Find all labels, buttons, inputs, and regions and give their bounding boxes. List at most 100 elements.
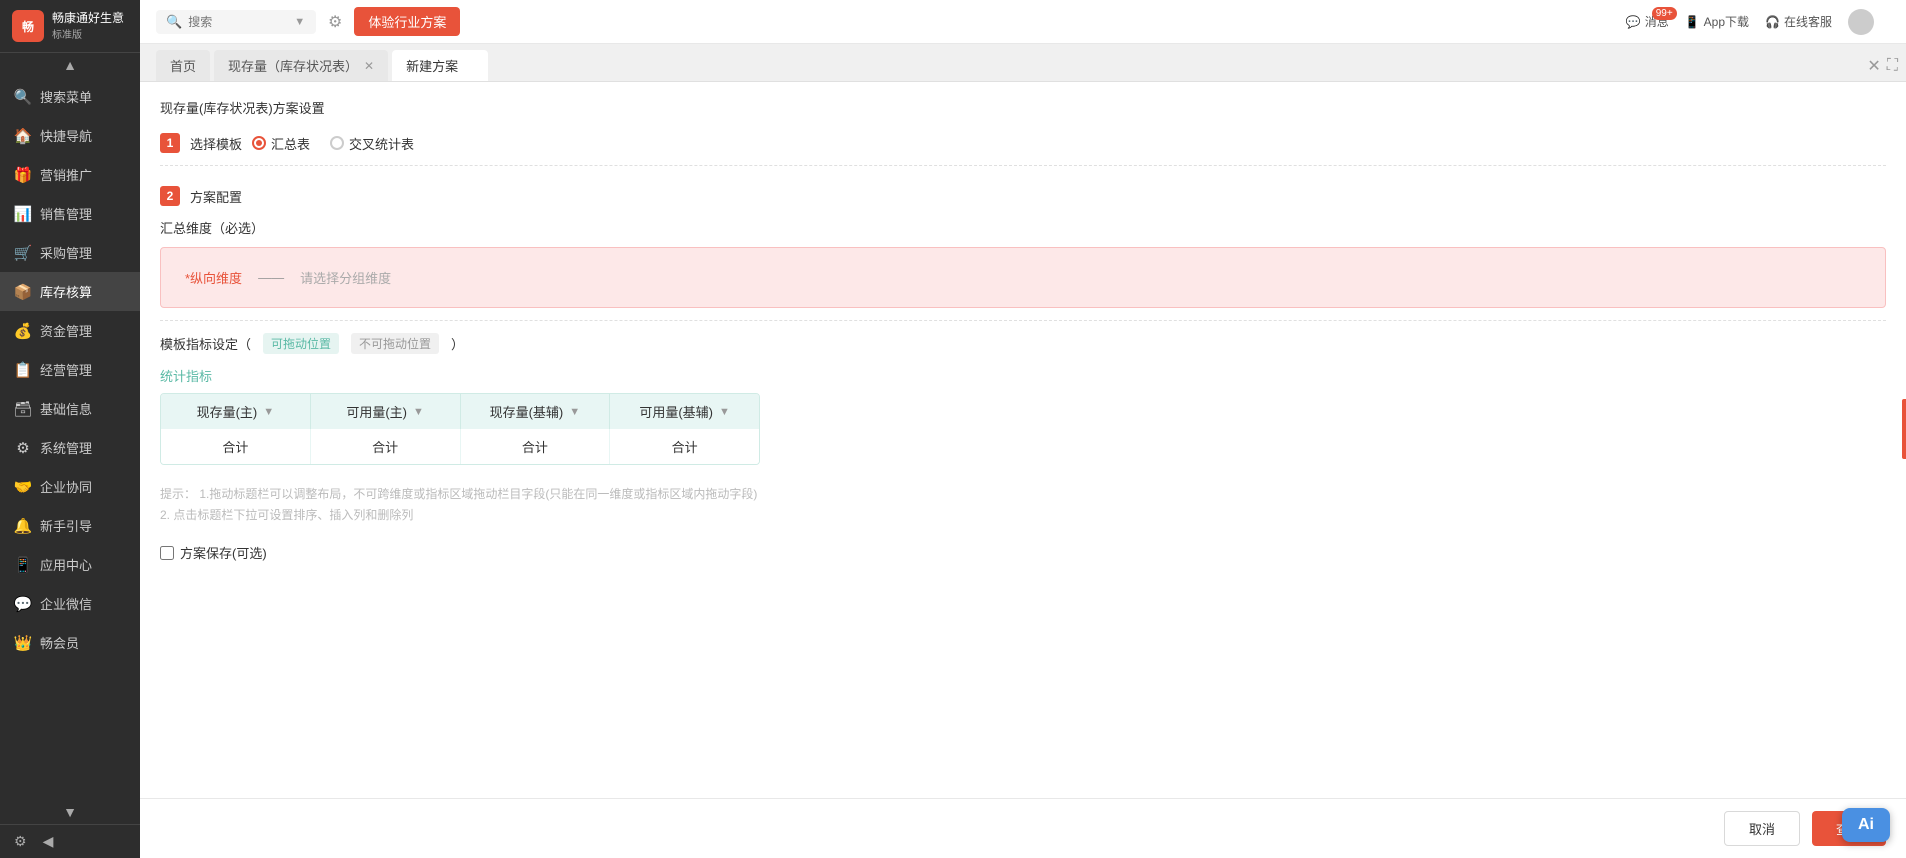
database-icon: 🗃 — [14, 400, 32, 418]
logo-icon: 畅 — [12, 10, 44, 42]
sidebar-item-system[interactable]: ⚙ 系统管理 — [0, 428, 140, 467]
step1-title: 选择模板 — [190, 134, 242, 153]
radio-summary[interactable]: 汇总表 — [252, 134, 310, 153]
sidebar-scroll-up[interactable]: ▲ — [0, 53, 140, 77]
box-icon: 📦 — [14, 283, 32, 301]
dim-label: 汇总维度（必选） — [160, 218, 1886, 237]
indicator-suffix: ） — [451, 334, 464, 353]
stats-cell-3: 合计 — [461, 429, 611, 464]
sidebar-item-label: 企业微信 — [40, 594, 92, 613]
sidebar-item-app-center[interactable]: 📱 应用中心 — [0, 545, 140, 584]
topbar-search-box[interactable]: 🔍 ▼ — [156, 10, 316, 34]
sidebar-item-wechat[interactable]: 💬 企业微信 — [0, 584, 140, 623]
tab-expand-icon[interactable]: ⛶ — [1887, 57, 1898, 75]
tab-close-new-plan[interactable]: ✕ — [464, 59, 474, 73]
app-download-button[interactable]: 📱 App下载 — [1685, 13, 1749, 30]
home-icon: 🏠 — [14, 127, 32, 145]
message-badge: 99+ — [1652, 7, 1677, 20]
tab-inventory-status[interactable]: 现存量（库存状况表） ✕ — [214, 50, 388, 81]
indicator-chip-fixed: 不可拖动位置 — [351, 333, 439, 354]
sidebar-item-search-menu[interactable]: 🔍 搜索菜单 — [0, 77, 140, 116]
user-avatar[interactable] — [1848, 9, 1874, 35]
ai-button[interactable]: Ai — [1842, 808, 1890, 842]
settings-footer-btn[interactable]: ⚙ — [14, 833, 27, 850]
footer-bar: 取消 查询 — [140, 798, 1906, 858]
sidebar-item-operations[interactable]: 📋 经营管理 — [0, 350, 140, 389]
radio-summary-circle — [252, 136, 266, 150]
sidebar-item-quick-nav[interactable]: 🏠 快捷导航 — [0, 116, 140, 155]
tabs-bar: 首页 现存量（库存状况表） ✕ 新建方案 ✕ ✕ ⛶ — [140, 44, 1906, 82]
stats-col-2[interactable]: 可用量(主) ▼ — [311, 394, 461, 429]
tab-home[interactable]: 首页 — [156, 50, 210, 81]
radio-cross-circle — [330, 136, 344, 150]
search-input[interactable] — [188, 15, 288, 29]
stats-cell-2: 合计 — [311, 429, 461, 464]
sidebar-item-finance[interactable]: 💰 资金管理 — [0, 311, 140, 350]
sidebar-item-label: 采购管理 — [40, 243, 92, 262]
logo-sub: 标准版 — [52, 26, 124, 41]
money-icon: 💰 — [14, 322, 32, 340]
sidebar-item-label: 销售管理 — [40, 204, 92, 223]
sidebar-item-member[interactable]: 👑 畅会员 — [0, 623, 140, 662]
tab-close-icon[interactable]: ✕ — [1867, 56, 1880, 76]
sidebar-item-label: 搜索菜单 — [40, 87, 92, 106]
col1-chevron-icon: ▼ — [263, 406, 274, 418]
stats-table-body: 合计 合计 合计 合计 — [161, 429, 759, 464]
sidebar-item-sales[interactable]: 📊 销售管理 — [0, 194, 140, 233]
cancel-button[interactable]: 取消 — [1724, 811, 1800, 846]
step2-section: 2 方案配置 汇总维度（必选） *纵向维度 —— 请选择分组维度 模板指标设定（… — [160, 186, 1886, 523]
topbar: 🔍 ▼ ⚙ 体验行业方案 💬 消息 99+ 📱 App下载 🎧 在线客服 — [140, 0, 1906, 44]
dim-required-text: *纵向维度 — [185, 268, 242, 287]
tab-close-inventory[interactable]: ✕ — [364, 59, 374, 73]
trial-button[interactable]: 体验行业方案 — [354, 7, 460, 36]
save-checkbox[interactable] — [160, 546, 174, 560]
mobile-icon: 📱 — [14, 556, 32, 574]
indicator-label: 模板指标设定（ — [160, 334, 251, 353]
collapse-footer-btn[interactable]: ◀ — [43, 833, 54, 850]
sidebar-item-label: 畅会员 — [40, 633, 79, 652]
sidebar-item-label: 经营管理 — [40, 360, 92, 379]
sidebar-item-label: 新手引导 — [40, 516, 92, 535]
stats-table-header: 现存量(主) ▼ 可用量(主) ▼ 现存量(基辅) ▼ 可用量(基辅) ▼ — [161, 394, 759, 429]
sidebar-item-label: 资金管理 — [40, 321, 92, 340]
stats-col-1[interactable]: 现存量(主) ▼ — [161, 394, 311, 429]
tab-new-plan[interactable]: 新建方案 ✕ — [392, 50, 488, 81]
message-button[interactable]: 💬 消息 99+ — [1626, 13, 1669, 30]
step1-divider — [160, 165, 1886, 166]
tip-2: 2. 点击标题栏下拉可设置排序、插入列和删除列 — [160, 506, 1886, 523]
stats-col-3[interactable]: 现存量(基辅) ▼ — [461, 394, 611, 429]
step1-badge: 1 — [160, 133, 180, 153]
gift-icon: 🎁 — [14, 166, 32, 184]
stats-table: 现存量(主) ▼ 可用量(主) ▼ 现存量(基辅) ▼ 可用量(基辅) ▼ — [160, 393, 760, 465]
step2-divider — [160, 320, 1886, 321]
sidebar: 畅 畅康通好生意 标准版 ▲ 🔍 搜索菜单 🏠 快捷导航 🎁 营销推广 📊 销售… — [0, 0, 140, 858]
tips-section: 提示： 1.拖动标题栏可以调整布局，不可跨维度或指标区域拖动栏目字段(只能在同一… — [160, 485, 1886, 523]
sidebar-scroll-down[interactable]: ▼ — [0, 800, 140, 824]
main-area: 🔍 ▼ ⚙ 体验行业方案 💬 消息 99+ 📱 App下载 🎧 在线客服 — [140, 0, 1906, 858]
step2-title: 方案配置 — [190, 187, 242, 206]
radio-summary-dot — [256, 140, 262, 146]
dim-arrow: —— — [258, 270, 284, 285]
sidebar-item-guide[interactable]: 🔔 新手引导 — [0, 506, 140, 545]
sidebar-item-label: 库存核算 — [40, 282, 92, 301]
dimension-box[interactable]: *纵向维度 —— 请选择分组维度 — [160, 247, 1886, 308]
step1-section: 1 选择模板 汇总表 交叉统计表 — [160, 133, 1886, 166]
sidebar-item-basic-info[interactable]: 🗃 基础信息 — [0, 389, 140, 428]
sidebar-item-marketing[interactable]: 🎁 营销推广 — [0, 155, 140, 194]
chart-icon: 📊 — [14, 205, 32, 223]
search-icon: 🔍 — [166, 14, 182, 30]
gear-icon: ⚙ — [14, 439, 32, 457]
headset-icon: 🎧 — [1765, 15, 1780, 29]
save-option: 方案保存(可选) — [160, 543, 1886, 562]
topbar-gear-icon[interactable]: ⚙ — [328, 12, 342, 32]
stats-title: 统计指标 — [160, 366, 1886, 385]
sidebar-item-label: 应用中心 — [40, 555, 92, 574]
online-service-button[interactable]: 🎧 在线客服 — [1765, 13, 1832, 30]
indicator-row: 模板指标设定（ 可拖动位置 不可拖动位置 ） — [160, 333, 1886, 354]
sidebar-item-purchase[interactable]: 🛒 采购管理 — [0, 233, 140, 272]
content-area: 现存量(库存状况表)方案设置 1 选择模板 汇总表 交叉统计表 — [140, 82, 1906, 798]
sidebar-item-cooperation[interactable]: 🤝 企业协同 — [0, 467, 140, 506]
sidebar-item-inventory[interactable]: 📦 库存核算 — [0, 272, 140, 311]
stats-col-4[interactable]: 可用量(基辅) ▼ — [610, 394, 759, 429]
radio-cross[interactable]: 交叉统计表 — [330, 134, 414, 153]
